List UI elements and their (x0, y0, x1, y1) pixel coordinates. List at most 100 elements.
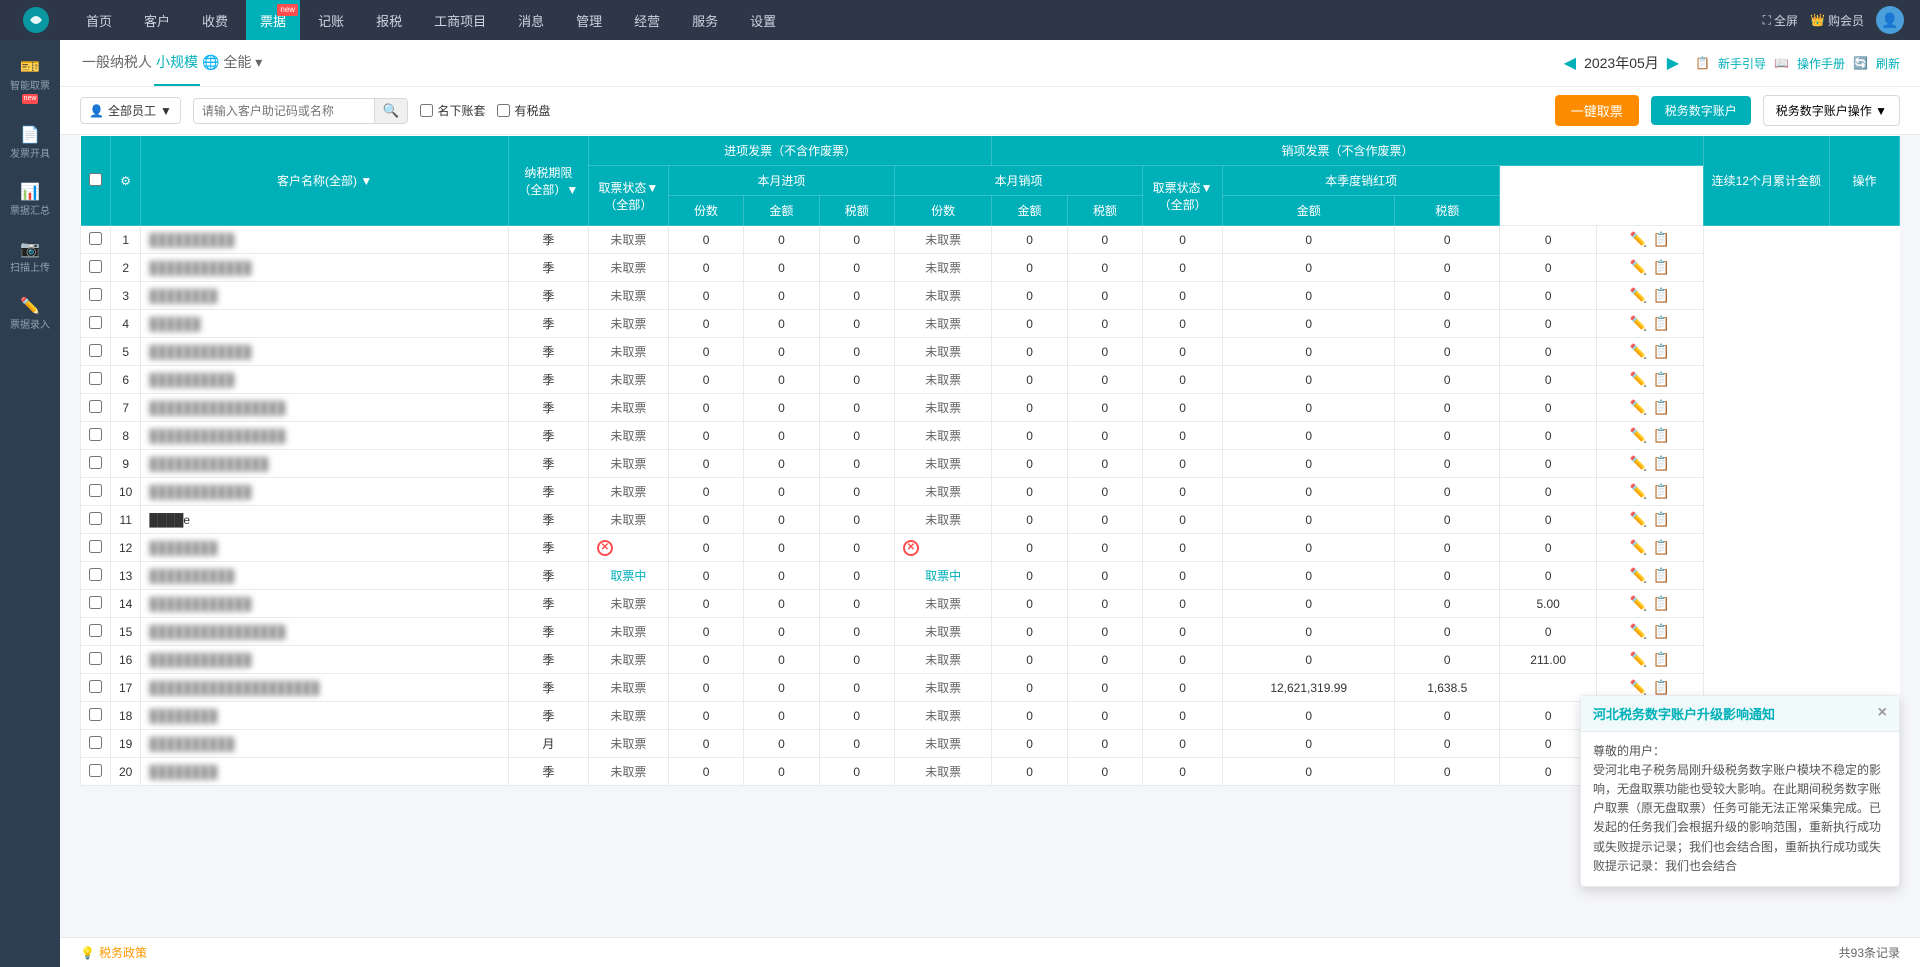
row-checkbox[interactable] (89, 568, 102, 581)
digital-account-btn[interactable]: 税务数字账户 (1651, 96, 1751, 125)
edit-icon[interactable]: ✏️ (1629, 343, 1646, 360)
nav-item-经营[interactable]: 经营 (620, 0, 674, 40)
edit-icon[interactable]: ✏️ (1629, 399, 1646, 416)
nav-item-工商项目[interactable]: 工商项目 (420, 0, 500, 40)
employee-select[interactable]: 👤 全部员工 ▼ (80, 97, 181, 124)
nav-item-管理[interactable]: 管理 (562, 0, 616, 40)
copy-icon[interactable]: 📋 (1653, 623, 1670, 640)
sidebar-item-发票开具[interactable]: 📄发票开具 (0, 116, 60, 169)
header-client-name[interactable]: 客户名称(全部) ▼ (141, 136, 509, 226)
row-checkbox[interactable] (89, 764, 102, 777)
checkbox-myaccount-input[interactable] (420, 104, 433, 117)
row-checkbox[interactable] (89, 596, 102, 609)
edit-icon[interactable]: ✏️ (1629, 287, 1646, 304)
sidebar-item-票据录入[interactable]: ✏️票据录入 (0, 287, 60, 340)
search-btn[interactable]: 🔍 (374, 99, 408, 123)
copy-icon[interactable]: 📋 (1653, 343, 1670, 360)
edit-icon[interactable]: ✏️ (1629, 567, 1646, 584)
edit-icon[interactable]: ✏️ (1629, 679, 1646, 696)
prev-date-btn[interactable]: ◀ (1564, 53, 1576, 73)
sub-nav-item-一般纳税人[interactable]: 一般纳税人 (80, 40, 154, 86)
nav-item-记账[interactable]: 记账 (304, 0, 358, 40)
sidebar-item-智能取票[interactable]: 🎫智能取票new (0, 48, 60, 112)
search-input[interactable] (194, 100, 374, 122)
edit-icon[interactable]: ✏️ (1629, 371, 1646, 388)
copy-icon[interactable]: 📋 (1653, 539, 1670, 556)
row-checkbox[interactable] (89, 316, 102, 329)
row-checkbox[interactable] (89, 288, 102, 301)
nav-item-报税[interactable]: 报税 (362, 0, 416, 40)
nav-item-客户[interactable]: 客户 (130, 0, 184, 40)
next-date-btn[interactable]: ▶ (1667, 53, 1679, 73)
row-checkbox[interactable] (89, 652, 102, 665)
row-checkbox[interactable] (89, 232, 102, 245)
fullscreen-btn[interactable]: ⛶ 全屏 (1763, 12, 1798, 29)
header-out-status[interactable]: 取票状态▼（全部） (1143, 166, 1223, 226)
copy-icon[interactable]: 📋 (1653, 679, 1670, 696)
edit-icon[interactable]: ✏️ (1629, 455, 1646, 472)
edit-icon[interactable]: ✏️ (1629, 511, 1646, 528)
nav-item-票据[interactable]: 票据new (246, 0, 300, 40)
sidebar-item-票据汇总[interactable]: 📊票据汇总 (0, 173, 60, 226)
select-all-checkbox[interactable] (89, 173, 102, 186)
member-btn[interactable]: 👑 购会员 (1810, 12, 1864, 29)
edit-icon[interactable]: ✏️ (1629, 651, 1646, 668)
edit-icon[interactable]: ✏️ (1629, 483, 1646, 500)
manual-link[interactable]: 操作手册 (1797, 55, 1845, 72)
copy-icon[interactable]: 📋 (1653, 511, 1670, 528)
edit-icon[interactable]: ✏️ (1629, 315, 1646, 332)
copy-icon[interactable]: 📋 (1653, 287, 1670, 304)
edit-icon[interactable]: ✏️ (1629, 427, 1646, 444)
copy-icon[interactable]: 📋 (1653, 315, 1670, 332)
edit-icon[interactable]: ✏️ (1629, 259, 1646, 276)
row-checkbox[interactable] (89, 344, 102, 357)
sub-nav-item-小规模[interactable]: 小规模 (154, 40, 200, 86)
sidebar-item-扫描上传[interactable]: 📷扫描上传 (0, 230, 60, 283)
copy-icon[interactable]: 📋 (1653, 651, 1670, 668)
row-checkbox[interactable] (89, 260, 102, 273)
edit-icon[interactable]: ✏️ (1629, 623, 1646, 640)
row-checkbox[interactable] (89, 680, 102, 693)
notification-close-btn[interactable]: × (1878, 704, 1887, 722)
nav-item-消息[interactable]: 消息 (504, 0, 558, 40)
refresh-link[interactable]: 刷新 (1876, 55, 1900, 72)
row-checkbox[interactable] (89, 736, 102, 749)
checkbox-myaccount[interactable]: 名下账套 (420, 102, 485, 119)
logo[interactable] (16, 0, 56, 40)
checkbox-taxpad[interactable]: 有税盘 (497, 102, 550, 119)
edit-icon[interactable]: ✏️ (1629, 595, 1646, 612)
row-checkbox[interactable] (89, 428, 102, 441)
copy-icon[interactable]: 📋 (1653, 427, 1670, 444)
sub-nav-item-全能[interactable]: 🌐 全能 ▾ (200, 40, 264, 86)
row-checkbox[interactable] (89, 484, 102, 497)
row-checkbox[interactable] (89, 456, 102, 469)
edit-icon[interactable]: ✏️ (1629, 231, 1646, 248)
nav-item-收费[interactable]: 收费 (188, 0, 242, 40)
copy-icon[interactable]: 📋 (1653, 567, 1670, 584)
nav-item-首页[interactable]: 首页 (72, 0, 126, 40)
guide-link[interactable]: 新手引导 (1718, 55, 1766, 72)
row-checkbox[interactable] (89, 372, 102, 385)
nav-item-服务[interactable]: 服务 (678, 0, 732, 40)
copy-icon[interactable]: 📋 (1653, 483, 1670, 500)
one-click-btn[interactable]: 一键取票 (1555, 95, 1639, 126)
digital-ops-btn[interactable]: 税务数字账户操作 ▼ (1763, 95, 1900, 126)
header-in-status[interactable]: 取票状态▼（全部） (588, 166, 668, 226)
copy-icon[interactable]: 📋 (1653, 259, 1670, 276)
nav-item-设置[interactable]: 设置 (736, 0, 790, 40)
row-checkbox[interactable] (89, 540, 102, 553)
copy-icon[interactable]: 📋 (1653, 371, 1670, 388)
copy-icon[interactable]: 📋 (1653, 231, 1670, 248)
avatar[interactable]: 👤 (1876, 6, 1904, 34)
copy-icon[interactable]: 📋 (1653, 399, 1670, 416)
row-checkbox[interactable] (89, 624, 102, 637)
copy-icon[interactable]: 📋 (1653, 595, 1670, 612)
checkbox-taxpad-input[interactable] (497, 104, 510, 117)
row-checkbox[interactable] (89, 400, 102, 413)
tax-policy-link[interactable]: 税务政策 (99, 944, 147, 961)
row-checkbox[interactable] (89, 708, 102, 721)
edit-icon[interactable]: ✏️ (1629, 539, 1646, 556)
header-tax-period[interactable]: 纳税期限（全部）▼ (508, 136, 588, 226)
row-checkbox[interactable] (89, 512, 102, 525)
copy-icon[interactable]: 📋 (1653, 455, 1670, 472)
